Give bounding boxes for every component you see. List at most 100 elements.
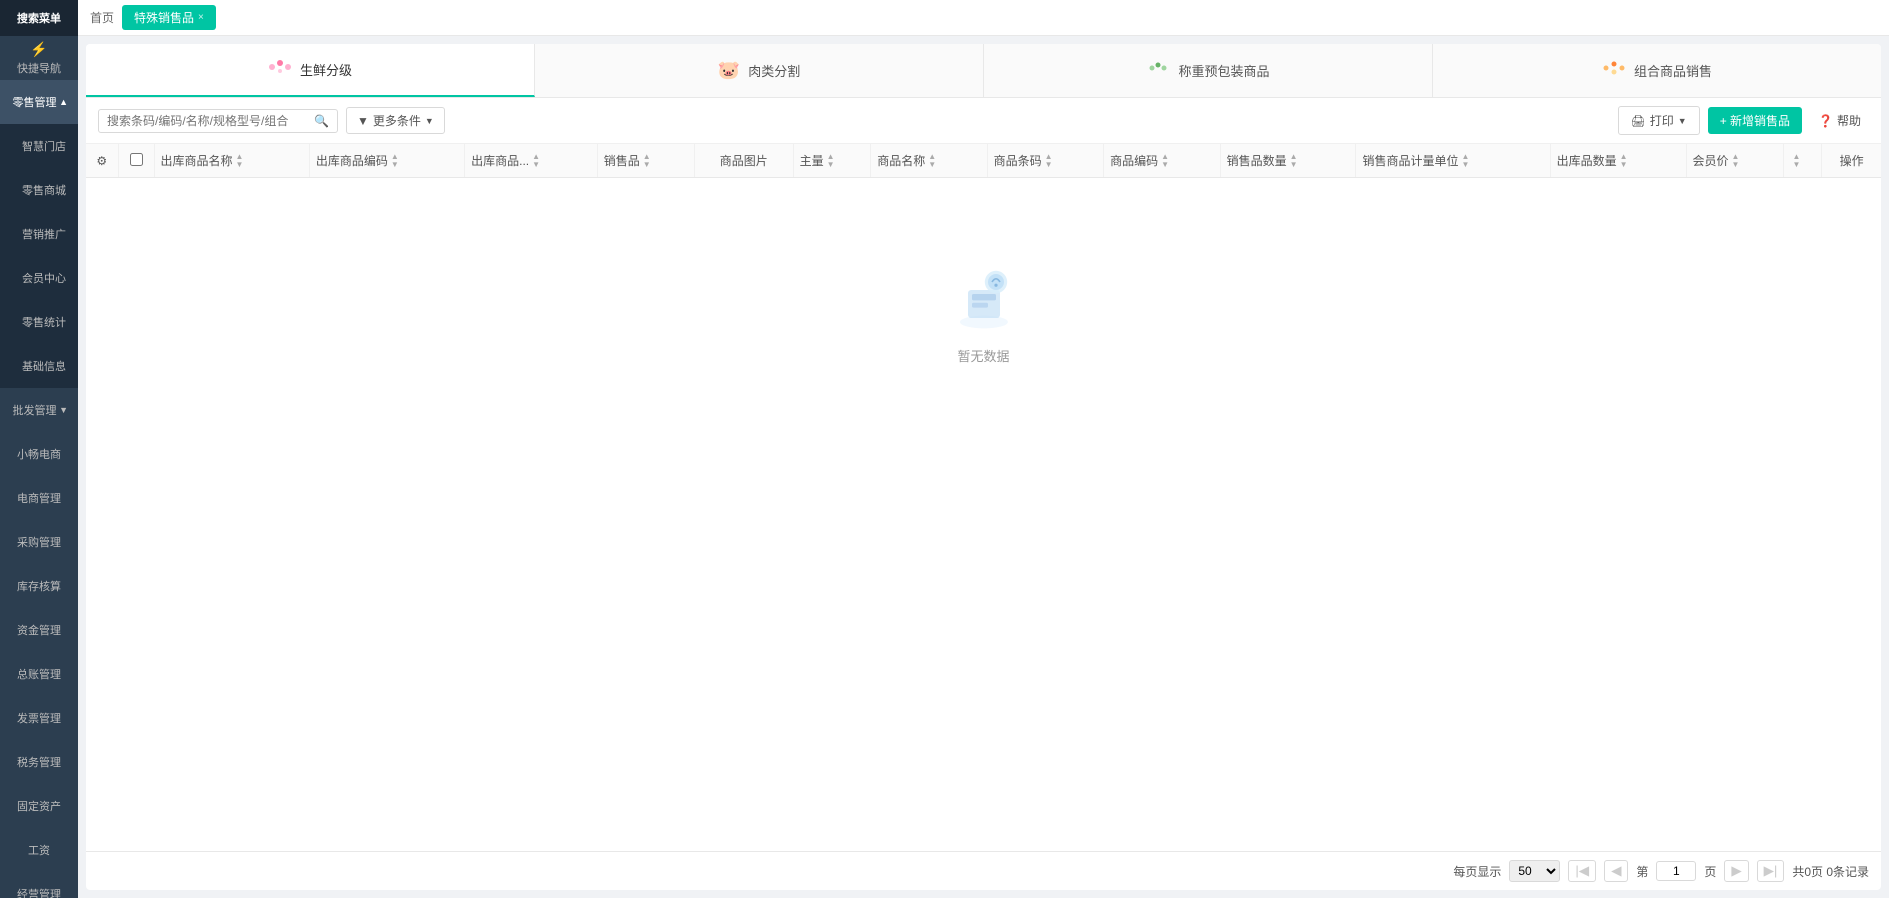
finance-mgmt-label: 资金管理 xyxy=(17,622,61,638)
print-arrow-icon: ▼ xyxy=(1678,116,1687,126)
th-out-qty[interactable]: 出库品数量 ▲▼ xyxy=(1550,144,1686,178)
cat-tab-combo-sales[interactable]: 组合商品销售 xyxy=(1433,44,1881,97)
member-center-label: 会员中心 xyxy=(22,270,66,286)
th-extra[interactable]: ▲▼ xyxy=(1783,144,1822,178)
th-sales-unit[interactable]: 销售商品计量单位 ▲▼ xyxy=(1356,144,1550,178)
sidebar-item-wages[interactable]: 工资 xyxy=(0,828,78,872)
page-last-button[interactable]: ▶| xyxy=(1757,860,1785,882)
filter-button[interactable]: ▼ 更多条件 ▼ xyxy=(346,107,445,134)
sort-icon: ▲▼ xyxy=(1045,153,1053,169)
add-button[interactable]: + 新增销售品 xyxy=(1708,107,1802,134)
meat-cut-icon: 🐷 xyxy=(718,60,740,81)
th-product-image: 商品图片 xyxy=(694,144,793,178)
page-size-select[interactable]: 50 10 20 100 xyxy=(1509,860,1560,882)
sidebar-item-general-ledger[interactable]: 总账管理 xyxy=(0,652,78,696)
sidebar-item-tax-mgmt[interactable]: 税务管理 xyxy=(0,740,78,784)
pagination: 每页显示 50 10 20 100 |◀ ◀ 第 页 ▶ ▶| 共0页 0条记录 xyxy=(86,851,1881,890)
th-main-weight[interactable]: 主量 ▲▼ xyxy=(793,144,871,178)
help-icon: ❓ xyxy=(1818,114,1833,128)
cat-tab-meat-cut[interactable]: 🐷 肉类分割 xyxy=(535,44,984,97)
topbar-active-tab[interactable]: 特殊销售品 × xyxy=(122,5,216,30)
sort-icon: ▲▼ xyxy=(1290,153,1298,169)
select-all-checkbox[interactable] xyxy=(130,153,143,166)
page-first-button[interactable]: |◀ xyxy=(1568,860,1596,882)
quick-nav-icon: ⚡ xyxy=(30,41,47,58)
basic-info-label: 基础信息 xyxy=(22,358,66,374)
invoice-mgmt-label: 发票管理 xyxy=(17,710,61,726)
help-button[interactable]: ❓ 帮助 xyxy=(1810,107,1869,134)
print-icon: 🖨 xyxy=(1631,114,1646,128)
sidebar-item-member-center[interactable]: 会员中心 xyxy=(10,256,78,300)
sidebar-item-fixed-assets[interactable]: 固定资产 xyxy=(0,784,78,828)
sort-icon: ▲▼ xyxy=(643,153,651,169)
page-next-button[interactable]: ▶ xyxy=(1724,860,1748,882)
cat-tab-fresh-grade[interactable]: 生鲜分级 xyxy=(86,44,535,97)
active-tab-close[interactable]: × xyxy=(198,12,204,23)
cat-tab-weight-prepack[interactable]: 称重预包装商品 xyxy=(984,44,1433,97)
th-settings[interactable]: ⚙ xyxy=(86,144,118,178)
smart-store-label: 智慧门店 xyxy=(22,138,66,154)
fixed-assets-label: 固定资产 xyxy=(17,798,61,814)
th-actions: 操作 xyxy=(1822,144,1881,178)
th-sales-product[interactable]: 销售品 ▲▼ xyxy=(597,144,694,178)
content-area: 生鲜分级 🐷 肉类分割 称重预包装商品 xyxy=(86,44,1881,890)
sidebar-item-finance-mgmt[interactable]: 资金管理 xyxy=(0,608,78,652)
th-checkbox[interactable] xyxy=(118,144,154,178)
filter-label: 更多条件 xyxy=(373,112,421,129)
th-out-product-extra[interactable]: 出库商品... ▲▼ xyxy=(465,144,598,178)
sidebar-item-inventory-check[interactable]: 库存核算 xyxy=(0,564,78,608)
page-input[interactable] xyxy=(1656,861,1696,881)
sort-icon: ▲▼ xyxy=(532,153,540,169)
search-input[interactable] xyxy=(107,114,308,128)
sidebar-item-basic-info[interactable]: 基础信息 xyxy=(10,344,78,388)
th-product-barcode[interactable]: 商品条码 ▲▼ xyxy=(987,144,1103,178)
sidebar-item-sales-promo[interactable]: 营销推广 xyxy=(10,212,78,256)
retail-mgmt-arrow: ▲ xyxy=(59,97,68,107)
sidebar-item-retail-stats[interactable]: 零售统计 xyxy=(10,300,78,344)
sort-icon: ▲▼ xyxy=(1732,153,1740,169)
retail-mall-label: 零售商城 xyxy=(22,182,66,198)
tax-mgmt-label: 税务管理 xyxy=(17,754,61,770)
sidebar-logo[interactable]: 搜索菜单 xyxy=(0,0,78,36)
sidebar-item-wholesale-mgmt[interactable]: 批发管理 ▼ xyxy=(0,388,78,432)
th-product-name[interactable]: 商品名称 ▲▼ xyxy=(871,144,987,178)
retail-mgmt-label: 零售管理 xyxy=(10,94,59,110)
empty-illustration xyxy=(944,258,1024,338)
page-prev-button[interactable]: ◀ xyxy=(1604,860,1628,882)
table-settings-icon: ⚙ xyxy=(96,154,107,168)
sidebar-item-smart-store[interactable]: 智慧门店 xyxy=(10,124,78,168)
purchase-mgmt-label: 采购管理 xyxy=(17,534,61,550)
sidebar-item-purchase-mgmt[interactable]: 采购管理 xyxy=(0,520,78,564)
sidebar-item-quick-nav[interactable]: ⚡ 快捷导航 xyxy=(0,36,78,80)
th-member-price[interactable]: 会员价 ▲▼ xyxy=(1686,144,1783,178)
page-size-label: 每页显示 xyxy=(1453,863,1501,880)
help-label: 帮助 xyxy=(1837,112,1861,129)
empty-state: 暂无数据 xyxy=(86,178,1881,445)
sidebar-item-retail-mgmt[interactable]: 零售管理 ▲ xyxy=(0,80,78,124)
th-out-product-code[interactable]: 出库商品编码 ▲▼ xyxy=(309,144,464,178)
general-ledger-label: 总账管理 xyxy=(17,666,61,682)
page-label: 第 xyxy=(1636,863,1648,880)
sort-icon: ▲▼ xyxy=(391,153,399,169)
sidebar-item-ecommerce-mgmt[interactable]: 电商管理 xyxy=(0,476,78,520)
sidebar-item-invoice-mgmt[interactable]: 发票管理 xyxy=(0,696,78,740)
search-box[interactable]: 🔍 xyxy=(98,109,338,133)
topbar-home[interactable]: 首页 xyxy=(90,9,114,26)
sidebar: 搜索菜单 ⚡ 快捷导航 零售管理 ▲ 智慧门店 零售商城 营销推广 会员中心 零… xyxy=(0,0,78,898)
topbar: 首页 特殊销售品 × xyxy=(78,0,1889,36)
sidebar-item-mini-ecommerce[interactable]: 小畅电商 xyxy=(0,432,78,476)
category-tabs: 生鲜分级 🐷 肉类分割 称重预包装商品 xyxy=(86,44,1881,98)
filter-icon: ▼ xyxy=(357,114,369,128)
meat-cut-label: 肉类分割 xyxy=(748,61,800,80)
empty-text: 暂无数据 xyxy=(957,346,1009,365)
combo-sales-label: 组合商品销售 xyxy=(1634,61,1712,80)
th-sales-qty[interactable]: 销售品数量 ▲▼ xyxy=(1220,144,1356,178)
add-label: + 新增销售品 xyxy=(1720,112,1790,129)
main-content: 首页 特殊销售品 × 生鲜分级 � xyxy=(78,0,1889,898)
sidebar-item-ops-mgmt[interactable]: 经营管理 xyxy=(0,872,78,898)
print-button[interactable]: 🖨 打印 ▼ xyxy=(1618,106,1700,135)
th-product-code[interactable]: 商品编码 ▲▼ xyxy=(1104,144,1220,178)
weight-prepack-label: 称重预包装商品 xyxy=(1178,61,1269,80)
sidebar-item-retail-mall[interactable]: 零售商城 xyxy=(10,168,78,212)
th-out-product-name[interactable]: 出库商品名称 ▲▼ xyxy=(154,144,309,178)
